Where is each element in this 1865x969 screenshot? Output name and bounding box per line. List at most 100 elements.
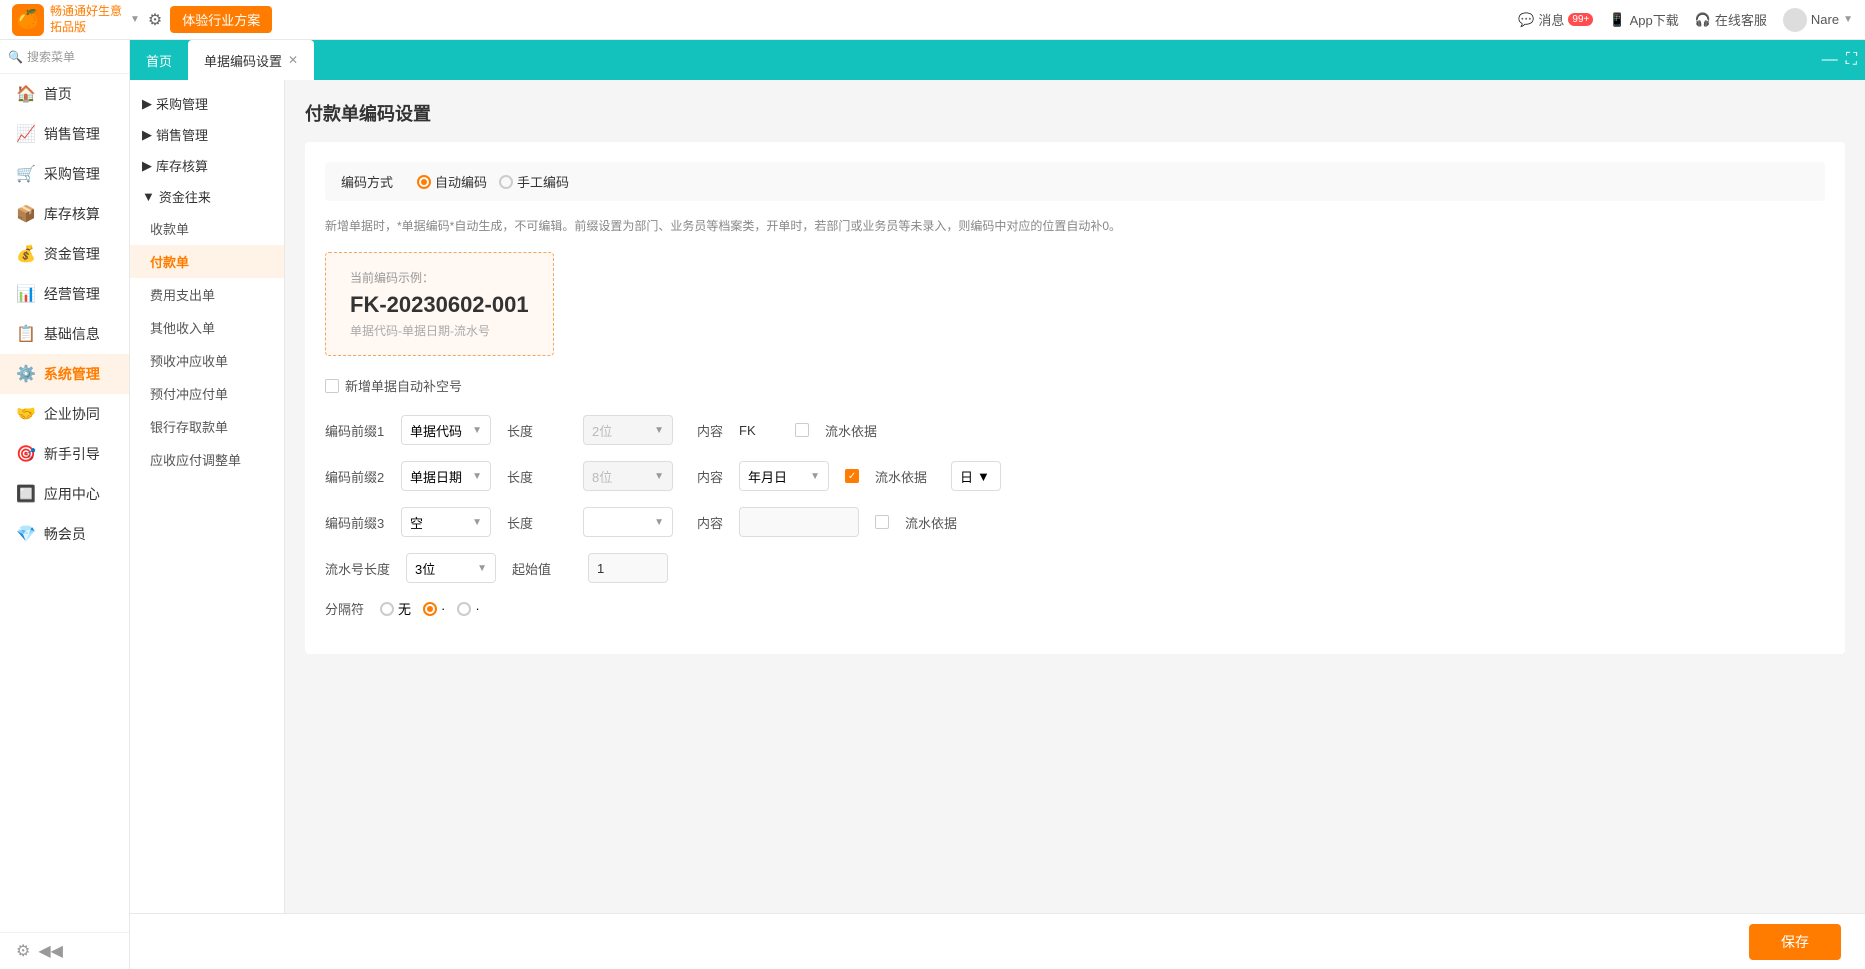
stream2-checkbox[interactable]: ✓ bbox=[845, 469, 859, 483]
manual-radio[interactable]: 手工编码 bbox=[499, 172, 569, 191]
sep-dash-dot bbox=[457, 602, 471, 616]
message-btn[interactable]: 💬 消息 99+ bbox=[1518, 10, 1593, 29]
stream3-checkbox[interactable] bbox=[875, 515, 889, 529]
collapse-icon[interactable]: ◀◀ bbox=[38, 941, 63, 961]
sub-group-inventory[interactable]: ▶ 库存核算 bbox=[130, 150, 284, 181]
stream2-day-select[interactable]: 日 ▼ bbox=[951, 461, 1001, 491]
prefix2-arrow: ▼ bbox=[472, 471, 482, 482]
sidebar-item-finance[interactable]: 💰 资金管理 bbox=[0, 234, 129, 274]
preview-label: 当前编码示例： bbox=[350, 269, 529, 286]
sub-item-payment[interactable]: 付款单 bbox=[130, 245, 284, 278]
sidebar-item-home[interactable]: 🏠 首页 bbox=[0, 74, 129, 114]
avatar bbox=[1783, 8, 1807, 32]
sub-group-purchase[interactable]: ▶ 采购管理 bbox=[130, 88, 284, 119]
length3-select[interactable]: ▼ bbox=[583, 507, 673, 537]
headset-icon: 🎧 bbox=[1695, 12, 1711, 28]
minimize-icon[interactable]: — bbox=[1822, 51, 1838, 69]
settings-bottom-icon[interactable]: ⚙ bbox=[16, 941, 30, 961]
sidebar-item-guide[interactable]: 🎯 新手引导 bbox=[0, 434, 129, 474]
length1-select[interactable]: 2位 ▼ bbox=[583, 415, 673, 445]
tab-home[interactable]: 首页 bbox=[130, 40, 188, 80]
sidebar-item-member[interactable]: 💎 畅会员 bbox=[0, 514, 129, 554]
length3-arrow: ▼ bbox=[654, 517, 664, 528]
sidebar-item-basic-info[interactable]: 📋 基础信息 bbox=[0, 314, 129, 354]
sub-group-sales[interactable]: ▶ 销售管理 bbox=[130, 119, 284, 150]
length2-select[interactable]: 8位 ▼ bbox=[583, 461, 673, 491]
message-icon: 💬 bbox=[1518, 12, 1534, 28]
panel-area: ▶ 采购管理 ▶ 销售管理 ▶ 库存核算 ▼ 资金往来 收款单 bbox=[130, 80, 1865, 913]
content2-select[interactable]: 年月日 ▼ bbox=[739, 461, 829, 491]
sidebar-bottom: ⚙ ◀◀ bbox=[0, 932, 129, 969]
sidebar-item-management[interactable]: 📊 经营管理 bbox=[0, 274, 129, 314]
sub-item-expense[interactable]: 费用支出单 bbox=[130, 278, 284, 311]
content-area: 首页 单据编码设置 ✕ — ⛶ ▶ 采购管理 ▶ 销售管理 bbox=[130, 40, 1865, 969]
sep-dot[interactable]: · bbox=[423, 601, 445, 616]
maximize-icon[interactable]: ⛶ bbox=[1846, 51, 1857, 69]
stream2-day-dropdown[interactable]: 日 ▼ bbox=[951, 461, 1001, 491]
sidebar-item-sales[interactable]: 📈 销售管理 bbox=[0, 114, 129, 154]
save-button[interactable]: 保存 bbox=[1749, 924, 1841, 960]
sub-item-receipt[interactable]: 收款单 bbox=[130, 212, 284, 245]
separator-row: 分隔符 无 · · bbox=[325, 599, 1825, 618]
stream1-checkbox[interactable] bbox=[795, 423, 809, 437]
settings-icon[interactable]: ⚙ bbox=[148, 10, 162, 30]
sep-options: 无 · · bbox=[380, 599, 480, 618]
start-val-input[interactable] bbox=[588, 553, 668, 583]
sidebar-search[interactable]: 🔍 搜索菜单 bbox=[0, 40, 129, 74]
tabbar: 首页 单据编码设置 ✕ — ⛶ bbox=[130, 40, 1865, 80]
form-card: 编码方式 自动编码 手工编码 bbox=[305, 142, 1845, 654]
sub-group-funds[interactable]: ▼ 资金往来 bbox=[130, 181, 284, 212]
logo-icon: 🍊 bbox=[12, 4, 44, 36]
preview-box: 当前编码示例： FK-20230602-001 单据代码-单据日期-流水号 bbox=[325, 252, 554, 356]
sales-icon: 📈 bbox=[16, 124, 36, 144]
trial-button[interactable]: 体验行业方案 bbox=[170, 6, 272, 33]
auto-fill-checkbox[interactable] bbox=[325, 379, 339, 393]
sidebar-item-purchase[interactable]: 🛒 采购管理 bbox=[0, 154, 129, 194]
sep-none[interactable]: 无 bbox=[380, 599, 411, 618]
flow-row: 流水号长度 3位 ▼ 起始值 bbox=[325, 553, 1825, 583]
enterprise-icon: 🤝 bbox=[16, 404, 36, 424]
sub-sidebar: ▶ 采购管理 ▶ 销售管理 ▶ 库存核算 ▼ 资金往来 收款单 bbox=[130, 80, 285, 913]
prefix3-arrow: ▼ bbox=[472, 517, 482, 528]
arrow-down-icon: ▼ bbox=[142, 189, 155, 204]
app-download-btn[interactable]: 📱 App下载 bbox=[1609, 10, 1678, 29]
tab-close-icon[interactable]: ✕ bbox=[288, 53, 298, 67]
content3-input[interactable] bbox=[739, 507, 859, 537]
tab-encoding-settings[interactable]: 单据编码设置 ✕ bbox=[188, 40, 314, 80]
sidebar-item-enterprise[interactable]: 🤝 企业协同 bbox=[0, 394, 129, 434]
sub-item-advance-receivable[interactable]: 预收冲应收单 bbox=[130, 344, 284, 377]
stream2-label: 流水依据 bbox=[875, 467, 935, 486]
prefix1-select[interactable]: 单据代码 ▼ bbox=[401, 415, 491, 445]
prefix1-label: 编码前缀1 bbox=[325, 421, 385, 440]
prefix1-arrow: ▼ bbox=[472, 425, 482, 436]
system-icon: ⚙️ bbox=[16, 364, 36, 384]
sub-item-advance-payable[interactable]: 预付冲应付单 bbox=[130, 377, 284, 410]
prefix2-select[interactable]: 单据日期 ▼ bbox=[401, 461, 491, 491]
sub-item-other-income[interactable]: 其他收入单 bbox=[130, 311, 284, 344]
content1-label: 内容 bbox=[697, 421, 723, 440]
sidebar-item-inventory[interactable]: 📦 库存核算 bbox=[0, 194, 129, 234]
logo-dropdown-arrow[interactable]: ▼ bbox=[130, 14, 140, 25]
encoding-method-label: 编码方式 bbox=[341, 172, 393, 191]
purchase-icon: 🛒 bbox=[16, 164, 36, 184]
manual-radio-dot bbox=[499, 175, 513, 189]
sep-dash[interactable]: · bbox=[457, 601, 479, 616]
arrow-right-icon2: ▶ bbox=[142, 127, 152, 143]
prefix3-select[interactable]: 空 ▼ bbox=[401, 507, 491, 537]
auto-radio[interactable]: 自动编码 bbox=[417, 172, 487, 191]
flow-length-select[interactable]: 3位 ▼ bbox=[406, 553, 496, 583]
length1-label: 长度 bbox=[507, 421, 567, 440]
length2-label: 长度 bbox=[507, 467, 567, 486]
sub-item-adjustment[interactable]: 应收应付调整单 bbox=[130, 443, 284, 476]
home-icon: 🏠 bbox=[16, 84, 36, 104]
arrow-right-icon: ▶ bbox=[142, 96, 152, 112]
online-service-btn[interactable]: 🎧 在线客服 bbox=[1695, 10, 1767, 29]
preview-desc: 单据代码-单据日期-流水号 bbox=[350, 322, 529, 339]
main-content: 付款单编码设置 编码方式 自动编码 手工编码 bbox=[285, 80, 1865, 913]
sidebar-item-apps[interactable]: 🔲 应用中心 bbox=[0, 474, 129, 514]
user-profile[interactable]: Nare ▼ bbox=[1783, 8, 1853, 32]
sidebar-item-system[interactable]: ⚙️ 系统管理 bbox=[0, 354, 129, 394]
topbar: 🍊 畅通通好生意 拓品版 ▼ ⚙ 体验行业方案 💬 消息 99+ 📱 App下载… bbox=[0, 0, 1865, 40]
sub-item-bank-deposit[interactable]: 银行存取款单 bbox=[130, 410, 284, 443]
info-text: 新增单据时，*单据编码*自动生成，不可编辑。前缀设置为部门、业务员等档案类，开单… bbox=[325, 217, 1825, 236]
